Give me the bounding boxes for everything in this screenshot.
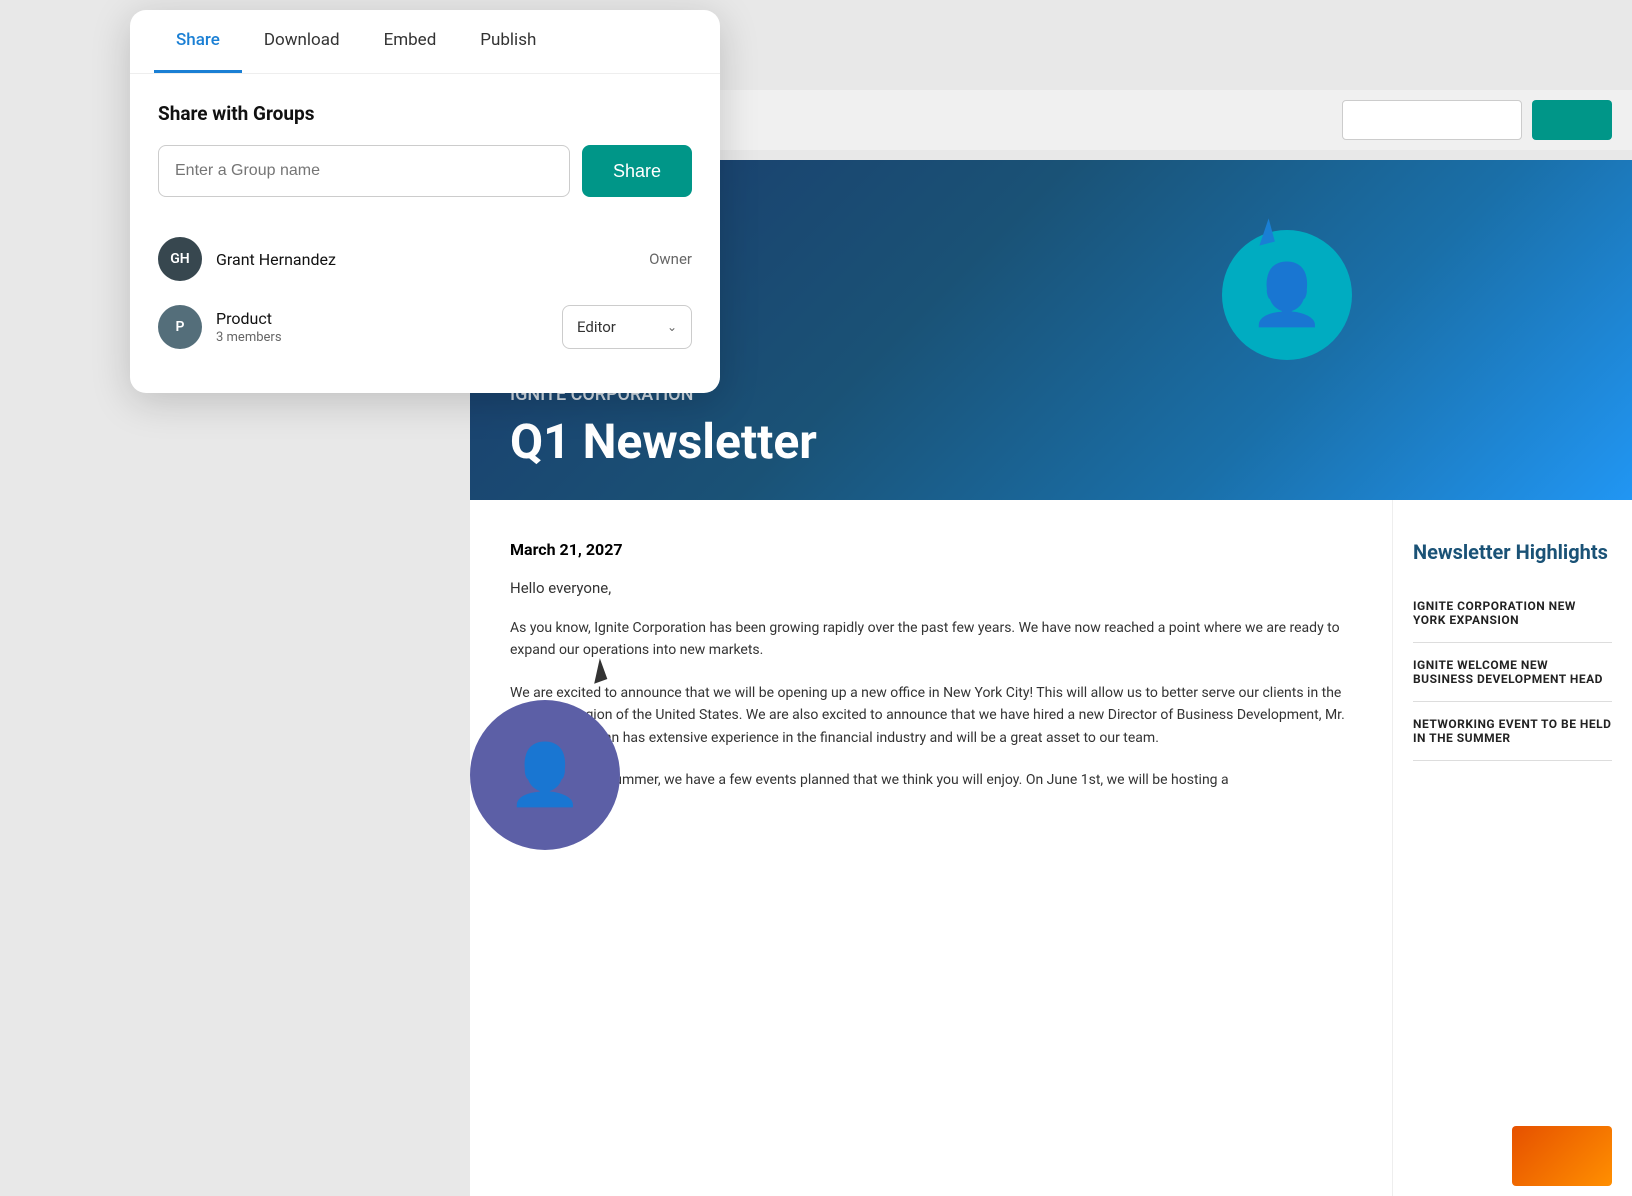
sidebar-item-2: IGNITE WELCOME NEW BUSINESS DEVELOPMENT … [1413,643,1612,702]
sidebar-item-1: IGNITE CORPORATION NEW YORK EXPANSION [1413,584,1612,643]
newsletter-body: March 21, 2027 Hello everyone, As you kn… [470,500,1632,1196]
section-title: Share with Groups [158,102,692,125]
top-bar-button[interactable] [1532,100,1612,140]
tab-share[interactable]: Share [154,10,242,73]
share-input-row: Share [158,145,692,197]
modal-tabs: Share Download Embed Publish [130,10,720,74]
tab-embed[interactable]: Embed [362,10,459,73]
newsletter-date: March 21, 2027 [510,540,1352,559]
member-info-grant: Grant Hernandez [216,250,635,269]
tab-download[interactable]: Download [242,10,362,73]
avatar-product: P [158,305,202,349]
orange-thumbnail [1512,1126,1612,1186]
user-icon-teal: 👤 [1250,265,1325,325]
member-row-grant: GH Grant Hernandez Owner [158,225,692,293]
member-row-product: P Product 3 members Editor ⌄ [158,293,692,361]
sidebar-item-text-1: IGNITE CORPORATION NEW YORK EXPANSION [1413,599,1612,627]
member-name-grant: Grant Hernandez [216,250,635,269]
member-sub-product: 3 members [216,330,548,345]
newsletter-greeting: Hello everyone, [510,579,1352,597]
newsletter-para-1: As you know, Ignite Corporation has been… [510,617,1352,662]
member-info-product: Product 3 members [216,309,548,345]
sidebar-item-text-3: NETWORKING EVENT TO BE HELD IN THE SUMME… [1413,717,1612,745]
top-bar-input[interactable] [1342,100,1522,140]
sidebar-title: Newsletter Highlights [1413,540,1612,564]
newsletter-para-2: We are excited to announce that we will … [510,682,1352,749]
chevron-down-icon: ⌄ [667,320,677,334]
member-name-product: Product [216,309,548,328]
modal-body: Share with Groups Share GH Grant Hernand… [130,74,720,393]
share-button[interactable]: Share [582,145,692,197]
avatar-grant: GH [158,237,202,281]
avatar-purple: 👤 [470,700,620,850]
newsletter-title: Q1 Newsletter [510,413,817,470]
sidebar-item-3: NETWORKING EVENT TO BE HELD IN THE SUMME… [1413,702,1612,761]
user-icon-purple: 👤 [508,745,583,805]
avatar-teal: 👤 [1222,230,1352,360]
role-dropdown-product[interactable]: Editor ⌄ [562,305,692,349]
sidebar-item-text-2: IGNITE WELCOME NEW BUSINESS DEVELOPMENT … [1413,658,1612,686]
share-modal[interactable]: Share Download Embed Publish Share with … [130,10,720,393]
newsletter-para-3: For the coming summer, we have a few eve… [510,769,1352,791]
newsletter-main: March 21, 2027 Hello everyone, As you kn… [470,500,1392,1196]
newsletter-sidebar: Newsletter Highlights IGNITE CORPORATION… [1392,500,1632,1196]
group-name-input[interactable] [158,145,570,197]
role-dropdown-value: Editor [577,318,616,336]
member-role-grant: Owner [649,250,692,268]
tab-publish[interactable]: Publish [458,10,558,73]
